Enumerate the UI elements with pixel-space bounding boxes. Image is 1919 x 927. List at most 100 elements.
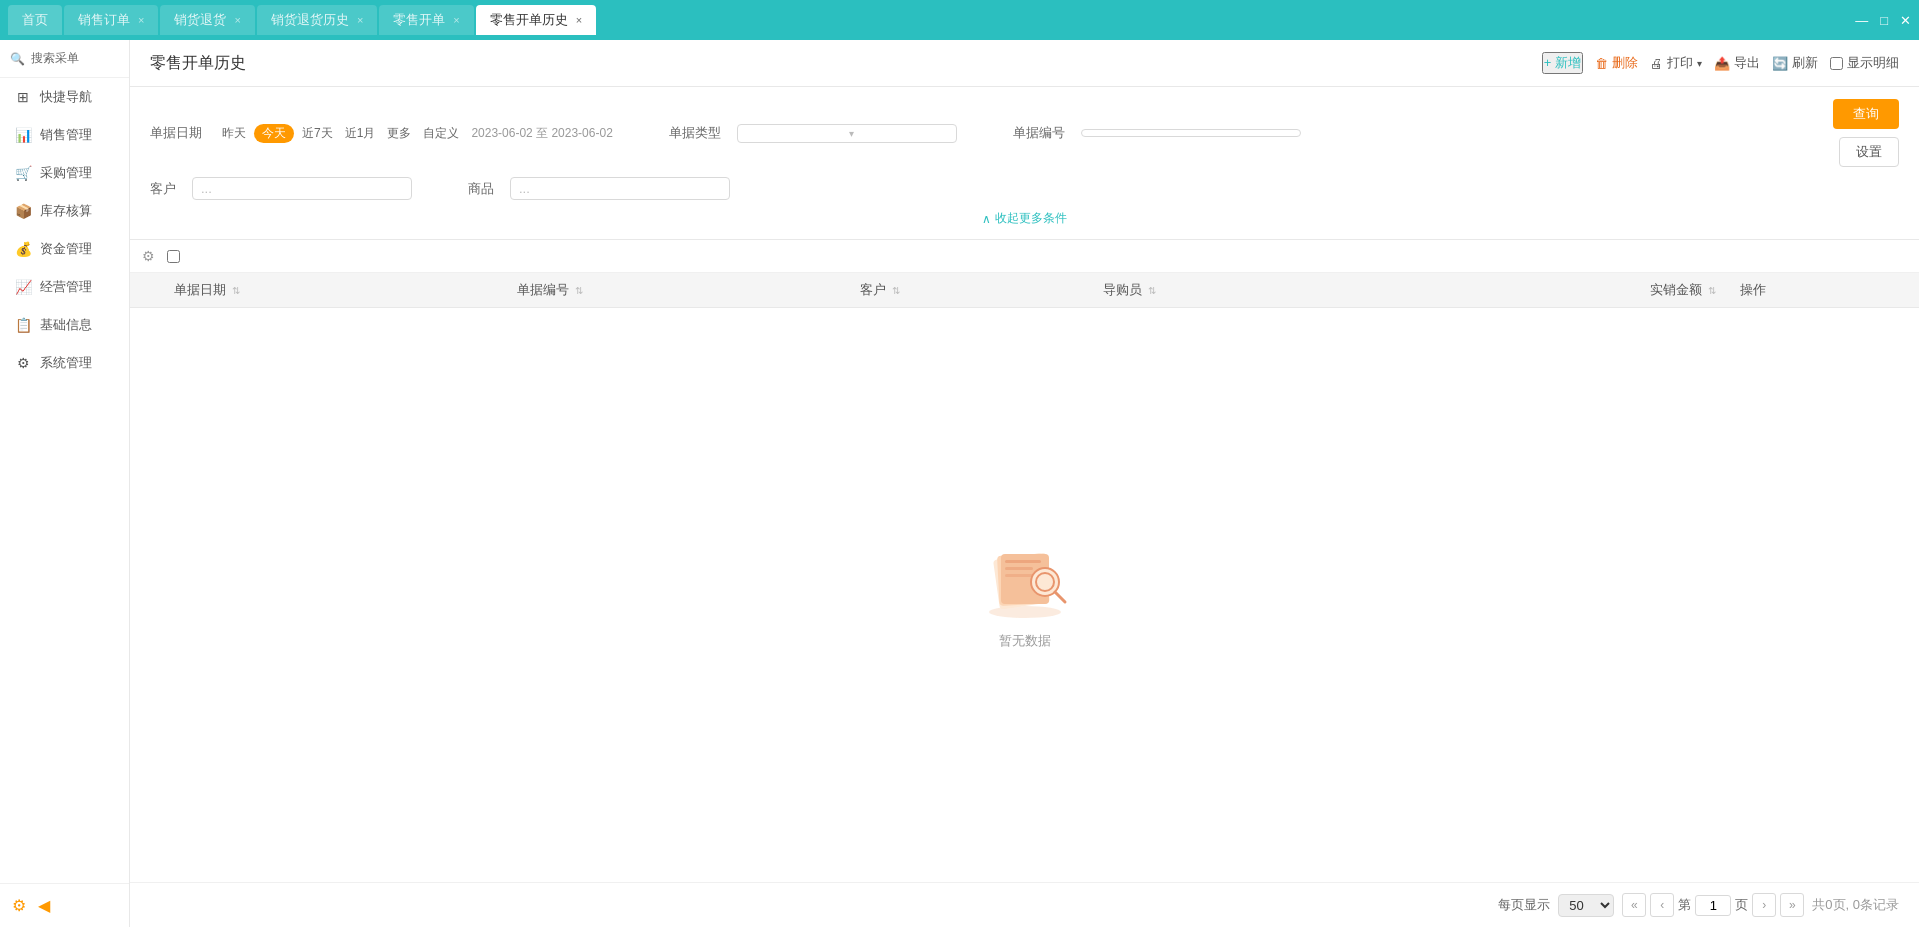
tab-home[interactable]: 首页 xyxy=(8,5,62,35)
table-area: ⚙ 单据日期 ⇅ 单据编号 ⇅ xyxy=(130,240,1919,882)
date-btn-more[interactable]: 更多 xyxy=(383,124,415,143)
settings-button[interactable]: 设置 xyxy=(1839,137,1899,167)
refresh-button[interactable]: 🔄 刷新 xyxy=(1772,54,1818,72)
sidebar-item-label: 资金管理 xyxy=(40,240,92,258)
sidebar-bottom: ⚙ ◀ xyxy=(0,883,129,927)
tab-retail-open-label: 零售开单 xyxy=(393,11,445,29)
delete-icon: 🗑 xyxy=(1595,56,1608,71)
sidebar-collapse-icon[interactable]: ◀ xyxy=(38,896,50,915)
tab-retail-history[interactable]: 零售开单历史 × xyxy=(476,5,596,35)
sidebar-item-label: 快捷导航 xyxy=(40,88,92,106)
select-all-checkbox[interactable] xyxy=(167,250,180,263)
operations-icon: 📈 xyxy=(14,278,32,296)
customer-dots[interactable]: ... xyxy=(201,181,212,196)
date-range-display: 2023-06-02 至 2023-06-02 xyxy=(471,125,612,142)
tab-sales-return-history[interactable]: 销货退货历史 × xyxy=(257,5,377,35)
product-dots[interactable]: ... xyxy=(519,181,530,196)
purchase-mgmt-icon: 🛒 xyxy=(14,164,32,182)
th-guide[interactable]: 导购员 ⇅ xyxy=(1091,273,1384,308)
sidebar-search[interactable]: 🔍 搜索采单 xyxy=(0,40,129,78)
per-page-select[interactable]: 50 100 200 xyxy=(1558,894,1614,917)
sidebar-item-finance[interactable]: 💰 资金管理 xyxy=(0,230,129,268)
display-detail-checkbox-label[interactable]: 显示明细 xyxy=(1830,54,1899,72)
content-area: 零售开单历史 + 新增 🗑 删除 🖨 打印 ▾ 📤 导出 🔄 xyxy=(130,40,1919,927)
table-header-row: 单据日期 ⇅ 单据编号 ⇅ 客户 ⇅ 导购员 ⇅ xyxy=(130,273,1919,308)
add-button[interactable]: + 新增 xyxy=(1542,52,1583,74)
system-icon: ⚙ xyxy=(14,354,32,372)
type-select[interactable]: ▾ xyxy=(737,124,957,143)
search-icon: 🔍 xyxy=(10,52,25,66)
date-btn-7days[interactable]: 近7天 xyxy=(298,124,337,143)
sort-orderno-icon: ⇅ xyxy=(575,285,583,296)
date-shortcuts: 昨天 今天 近7天 近1月 更多 自定义 2023-06-02 至 2023-0… xyxy=(218,124,613,143)
order-no-input[interactable] xyxy=(1081,129,1301,137)
close-btn[interactable]: ✕ xyxy=(1900,13,1911,28)
tab-sales-order-close[interactable]: × xyxy=(138,14,144,26)
th-date[interactable]: 单据日期 ⇅ xyxy=(162,273,505,308)
quick-nav-icon: ⊞ xyxy=(14,88,32,106)
maximize-btn[interactable]: □ xyxy=(1880,13,1888,28)
sidebar-item-sales-mgmt[interactable]: 📊 销售管理 xyxy=(0,116,129,154)
tab-retail-history-label: 零售开单历史 xyxy=(490,11,568,29)
tab-sales-return-history-close[interactable]: × xyxy=(357,14,363,26)
table-settings-icon[interactable]: ⚙ xyxy=(142,248,155,264)
tab-sales-order[interactable]: 销售订单 × xyxy=(64,5,158,35)
date-btn-yesterday[interactable]: 昨天 xyxy=(218,124,250,143)
sort-customer-icon: ⇅ xyxy=(892,285,900,296)
query-section: 查询 设置 xyxy=(1833,99,1899,167)
sidebar: 🔍 搜索采单 ⊞ 快捷导航 📊 销售管理 🛒 采购管理 📦 库存核算 💰 资金管… xyxy=(0,40,130,927)
sidebar-item-label: 销售管理 xyxy=(40,126,92,144)
first-page-btn[interactable]: « xyxy=(1622,893,1646,917)
tab-retail-history-close[interactable]: × xyxy=(576,14,582,26)
product-input[interactable]: ... xyxy=(510,177,730,200)
sidebar-item-basic-info[interactable]: 📋 基础信息 xyxy=(0,306,129,344)
page-suffix: 页 xyxy=(1735,896,1748,914)
sidebar-gear-icon[interactable]: ⚙ xyxy=(12,896,26,915)
minimize-btn[interactable]: — xyxy=(1855,13,1868,28)
th-amount[interactable]: 实销金额 ⇅ xyxy=(1385,273,1728,308)
date-btn-1month[interactable]: 近1月 xyxy=(341,124,380,143)
th-order-no[interactable]: 单据编号 ⇅ xyxy=(505,273,848,308)
sidebar-item-inventory[interactable]: 📦 库存核算 xyxy=(0,192,129,230)
sidebar-item-purchase-mgmt[interactable]: 🛒 采购管理 xyxy=(0,154,129,192)
top-tabbar: 首页 销售订单 × 销货退货 × 销货退货历史 × 零售开单 × 零售开单历史 … xyxy=(0,0,1919,40)
sidebar-item-quick-nav[interactable]: ⊞ 快捷导航 xyxy=(0,78,129,116)
date-btn-custom[interactable]: 自定义 xyxy=(419,124,463,143)
export-button[interactable]: 📤 导出 xyxy=(1714,54,1760,72)
sidebar-item-label: 采购管理 xyxy=(40,164,92,182)
filter-area: 单据日期 昨天 今天 近7天 近1月 更多 自定义 2023-06-02 至 2… xyxy=(130,87,1919,240)
next-page-btn[interactable]: › xyxy=(1752,893,1776,917)
inventory-icon: 📦 xyxy=(14,202,32,220)
tab-retail-open-close[interactable]: × xyxy=(453,14,459,26)
collapse-filter-btn[interactable]: ∧ 收起更多条件 xyxy=(150,210,1899,227)
svg-rect-4 xyxy=(1005,560,1041,563)
pagination: 每页显示 50 100 200 « ‹ 第 页 › » 共0页, 0条记录 xyxy=(130,882,1919,927)
print-arrow-icon: ▾ xyxy=(1697,58,1702,69)
svg-line-9 xyxy=(1055,592,1065,602)
svg-rect-5 xyxy=(1005,567,1033,570)
sidebar-item-operations[interactable]: 📈 经营管理 xyxy=(0,268,129,306)
query-button[interactable]: 查询 xyxy=(1833,99,1899,129)
export-icon: 📤 xyxy=(1714,56,1730,71)
th-customer[interactable]: 客户 ⇅ xyxy=(848,273,1091,308)
sidebar-item-system[interactable]: ⚙ 系统管理 xyxy=(0,344,129,382)
last-page-btn[interactable]: » xyxy=(1780,893,1804,917)
print-button[interactable]: 🖨 打印 ▾ xyxy=(1650,54,1702,72)
date-btn-today[interactable]: 今天 xyxy=(254,124,294,143)
tab-retail-open[interactable]: 零售开单 × xyxy=(379,5,473,35)
prev-page-btn[interactable]: ‹ xyxy=(1650,893,1674,917)
sort-amount-icon: ⇅ xyxy=(1708,285,1716,296)
delete-button[interactable]: 🗑 删除 xyxy=(1595,54,1638,72)
tab-sales-return-close[interactable]: × xyxy=(234,14,240,26)
type-dropdown-icon: ▾ xyxy=(849,128,948,139)
customer-input[interactable]: ... xyxy=(192,177,412,200)
header-actions: + 新增 🗑 删除 🖨 打印 ▾ 📤 导出 🔄 刷新 xyxy=(1542,52,1899,74)
page-number-input[interactable] xyxy=(1695,895,1731,916)
sort-guide-icon: ⇅ xyxy=(1148,285,1156,296)
display-detail-checkbox[interactable] xyxy=(1830,57,1843,70)
empty-state: 暂无数据 xyxy=(130,308,1919,882)
customer-label: 客户 xyxy=(150,180,176,198)
tab-sales-return-label: 销货退货 xyxy=(174,11,226,29)
tab-sales-return[interactable]: 销货退货 × xyxy=(160,5,254,35)
th-operation: 操作 xyxy=(1728,273,1919,308)
